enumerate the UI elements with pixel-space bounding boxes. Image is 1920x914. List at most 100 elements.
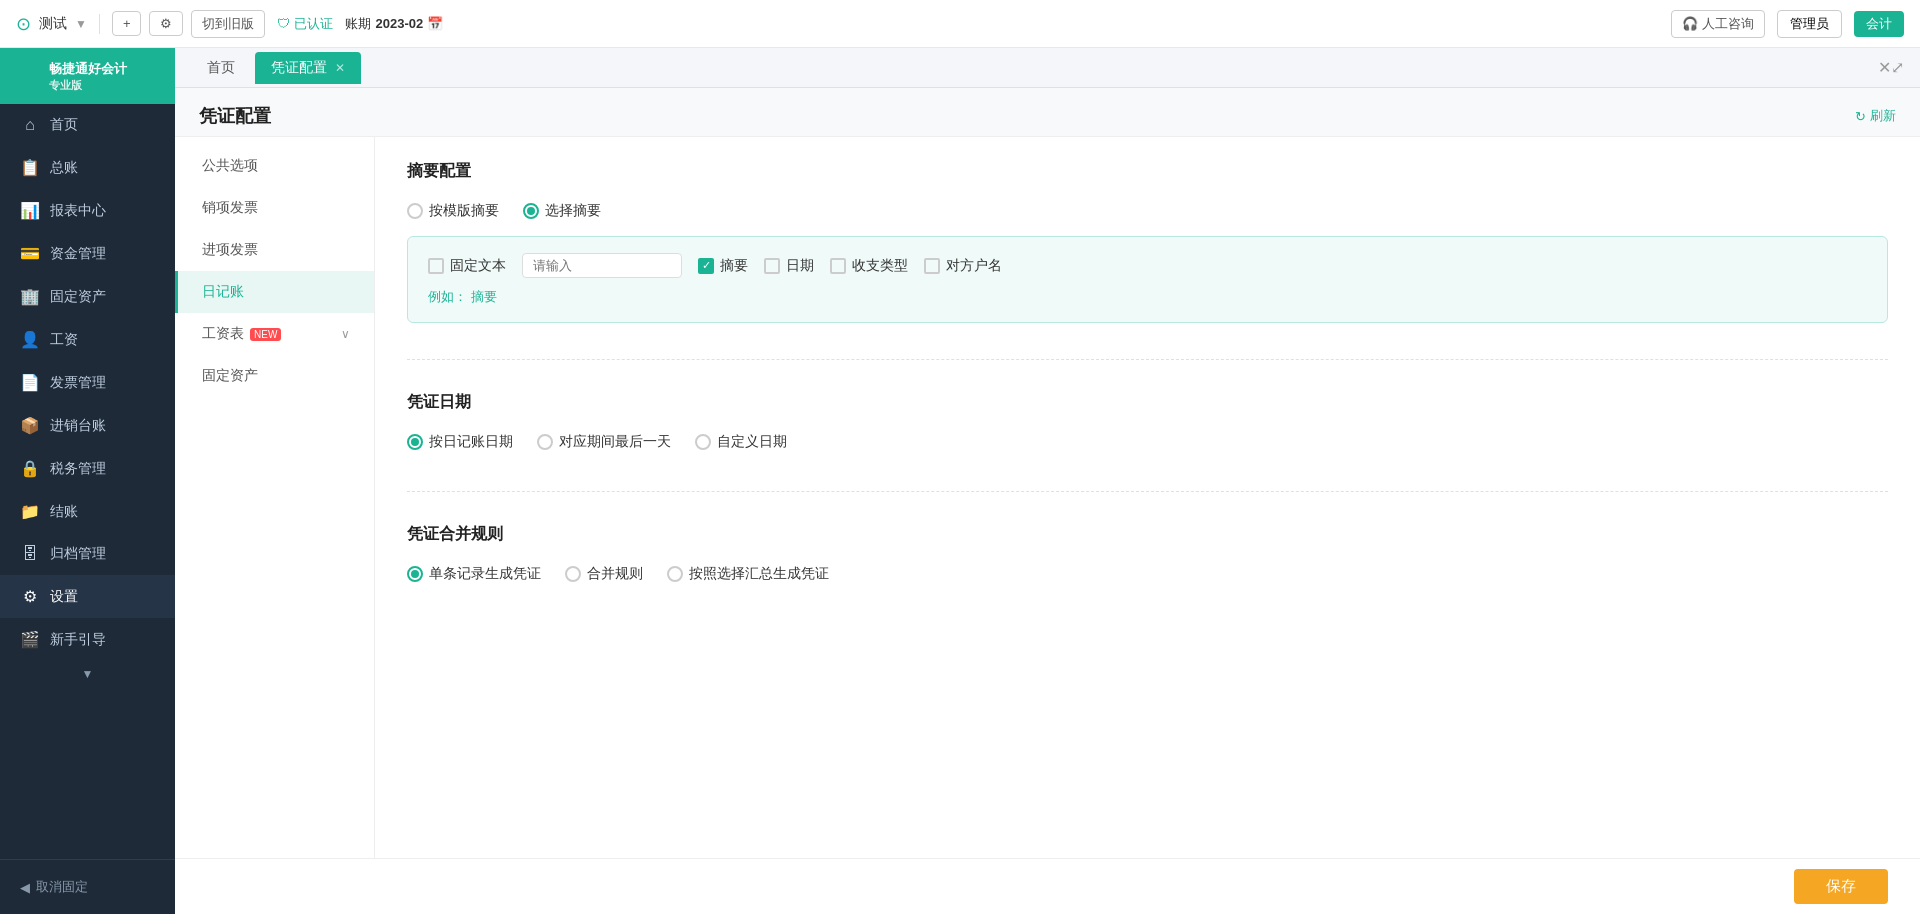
add-button[interactable]: + xyxy=(112,11,142,36)
company-name: ⊙ 测试 ▼ xyxy=(16,13,87,35)
tax-icon: 🔒 xyxy=(20,459,40,478)
sidebar-item-payroll[interactable]: 👤 工资 xyxy=(0,318,175,361)
company-icon: ⊙ xyxy=(16,13,31,35)
asset-icon: 🏢 xyxy=(20,287,40,306)
radio-select[interactable]: 选择摘要 xyxy=(523,202,601,220)
calendar-icon[interactable]: 📅 xyxy=(427,16,443,31)
page-title: 凭证配置 xyxy=(199,104,271,128)
sidebar-item-asset[interactable]: 🏢 固定资产 xyxy=(0,275,175,318)
new-badge: NEW xyxy=(250,328,281,341)
topbar-actions: + ⚙ 切到旧版 xyxy=(112,10,266,38)
sidebar-item-sales[interactable]: 📦 进销台账 xyxy=(0,404,175,447)
radio-select-summary-circle xyxy=(667,566,683,582)
radio-template-circle xyxy=(407,203,423,219)
dropdown-icon[interactable]: ▼ xyxy=(75,17,87,31)
page-content: 凭证配置 ↻ 刷新 公共选项 销项发票 进项发票 日记账 工资表 NEW xyxy=(175,88,1920,914)
inner-layout: 公共选项 销项发票 进项发票 日记账 工资表 NEW ∨ 固定资产 摘要配置 xyxy=(175,137,1920,858)
tab-close-icon[interactable]: ✕ xyxy=(335,61,345,75)
left-nav: 公共选项 销项发票 进项发票 日记账 工资表 NEW ∨ 固定资产 xyxy=(175,137,375,858)
sidebar-item-close[interactable]: 📁 结账 xyxy=(0,490,175,533)
radio-custom-date-circle xyxy=(695,434,711,450)
merge-title: 凭证合并规则 xyxy=(407,524,1888,545)
radio-select-circle xyxy=(523,203,539,219)
sidebar-logo: 畅捷通好会计 专业版 xyxy=(0,48,175,104)
tab-bar: 首页 凭证配置 ✕ ✕ ⤢ xyxy=(175,48,1920,88)
report-icon: 📊 xyxy=(20,201,40,220)
settings-icon: ⚙ xyxy=(20,587,40,606)
consult-button[interactable]: 🎧 人工咨询 xyxy=(1671,10,1765,38)
divider xyxy=(99,14,100,34)
radio-diary-date-circle xyxy=(407,434,423,450)
nav-public[interactable]: 公共选项 xyxy=(175,145,374,187)
refresh-button[interactable]: ↻ 刷新 xyxy=(1855,107,1896,125)
fixed-text-input[interactable] xyxy=(522,253,682,278)
maximize-window-button[interactable]: ⤢ xyxy=(1891,58,1904,77)
radio-period-last[interactable]: 对应期间最后一天 xyxy=(537,433,671,451)
checkbox-date[interactable]: 日期 xyxy=(764,257,814,275)
radio-merge-rule[interactable]: 合并规则 xyxy=(565,565,643,583)
cancel-pin-button[interactable]: ◀ 取消固定 xyxy=(0,868,175,906)
guide-icon: 🎬 xyxy=(20,630,40,649)
sidebar-item-report[interactable]: 📊 报表中心 xyxy=(0,189,175,232)
checkbox-summary[interactable]: ✓ 摘要 xyxy=(698,257,748,275)
merge-radio-group: 单条记录生成凭证 合并规则 按照选择汇总生成凭证 xyxy=(407,565,1888,583)
radio-period-last-circle xyxy=(537,434,553,450)
sidebar-item-archive[interactable]: 🗄 归档管理 xyxy=(0,533,175,575)
sidebar-item-ledger[interactable]: 📋 总账 xyxy=(0,146,175,189)
nav-diary[interactable]: 日记账 xyxy=(175,271,374,313)
settings-button[interactable]: ⚙ xyxy=(149,11,183,36)
save-button[interactable]: 保存 xyxy=(1794,869,1888,904)
sidebar-item-tax[interactable]: 🔒 税务管理 xyxy=(0,447,175,490)
radio-single[interactable]: 单条记录生成凭证 xyxy=(407,565,541,583)
sidebar-item-invoice[interactable]: 📄 发票管理 xyxy=(0,361,175,404)
radio-custom-date[interactable]: 自定义日期 xyxy=(695,433,787,451)
refresh-icon: ↻ xyxy=(1855,109,1866,124)
checkbox-fixed-text[interactable]: 固定文本 xyxy=(428,257,506,275)
checkbox-fixed-text-box xyxy=(428,258,444,274)
nav-payroll-table[interactable]: 工资表 NEW ∨ xyxy=(175,313,374,355)
fund-icon: 💳 xyxy=(20,244,40,263)
radio-diary-date[interactable]: 按日记账日期 xyxy=(407,433,513,451)
ledger-icon: 📋 xyxy=(20,158,40,177)
nav-fixed-assets[interactable]: 固定资产 xyxy=(175,355,374,397)
user-button[interactable]: 管理员 xyxy=(1777,10,1842,38)
collapse-icon[interactable]: ∨ xyxy=(341,327,350,341)
radio-select-summary[interactable]: 按照选择汇总生成凭证 xyxy=(667,565,829,583)
page-header: 凭证配置 ↻ 刷新 xyxy=(175,88,1920,137)
role-button[interactable]: 会计 xyxy=(1854,11,1904,37)
summary-section: 摘要配置 按模版摘要 选择摘要 xyxy=(407,161,1888,360)
sidebar-item-home[interactable]: ⌂ 首页 xyxy=(0,104,175,146)
certified-status: 🛡 已认证 xyxy=(277,15,333,33)
home-icon: ⌂ xyxy=(20,116,40,134)
close-account-icon: 📁 xyxy=(20,502,40,521)
sidebar-item-guide[interactable]: 🎬 新手引导 xyxy=(0,618,175,661)
close-window-button[interactable]: ✕ xyxy=(1878,58,1891,77)
sidebar-scroll-down[interactable]: ▼ xyxy=(0,661,175,685)
radio-template[interactable]: 按模版摘要 xyxy=(407,202,499,220)
content-area: 首页 凭证配置 ✕ ✕ ⤢ 凭证配置 ↻ 刷新 xyxy=(175,48,1920,914)
headset-icon: 🎧 xyxy=(1682,16,1698,31)
sidebar: 畅捷通好会计 专业版 ⌂ 首页 📋 总账 📊 报表中心 💳 资金管理 🏢 固定资… xyxy=(0,48,175,914)
tab-voucher-config[interactable]: 凭证配置 ✕ xyxy=(255,52,361,84)
nav-purchase-invoice[interactable]: 进项发票 xyxy=(175,229,374,271)
date-title: 凭证日期 xyxy=(407,392,1888,413)
pin-icon: ◀ xyxy=(20,880,30,895)
shield-icon: 🛡 xyxy=(277,16,290,31)
period-display: 账期 2023-02 📅 xyxy=(345,15,443,33)
topbar-right: 🎧 人工咨询 管理员 会计 xyxy=(1671,10,1904,38)
invoice-icon: 📄 xyxy=(20,373,40,392)
summary-options-row: 固定文本 ✓ 摘要 日期 xyxy=(428,253,1867,278)
merge-section: 凭证合并规则 单条记录生成凭证 合并规则 xyxy=(407,524,1888,623)
sidebar-item-settings[interactable]: ⚙ 设置 xyxy=(0,575,175,618)
tab-home[interactable]: 首页 xyxy=(191,52,251,84)
right-content: 摘要配置 按模版摘要 选择摘要 xyxy=(375,137,1920,858)
checkbox-income-type[interactable]: 收支类型 xyxy=(830,257,908,275)
nav-sales-invoice[interactable]: 销项发票 xyxy=(175,187,374,229)
sidebar-item-fund[interactable]: 💳 资金管理 xyxy=(0,232,175,275)
window-controls: ✕ ⤢ xyxy=(1878,58,1904,77)
date-radio-group: 按日记账日期 对应期间最后一天 自定义日期 xyxy=(407,433,1888,451)
switch-version-button[interactable]: 切到旧版 xyxy=(191,10,265,38)
date-section: 凭证日期 按日记账日期 对应期间最后一天 xyxy=(407,392,1888,492)
payroll-icon: 👤 xyxy=(20,330,40,349)
checkbox-counterpart[interactable]: 对方户名 xyxy=(924,257,1002,275)
